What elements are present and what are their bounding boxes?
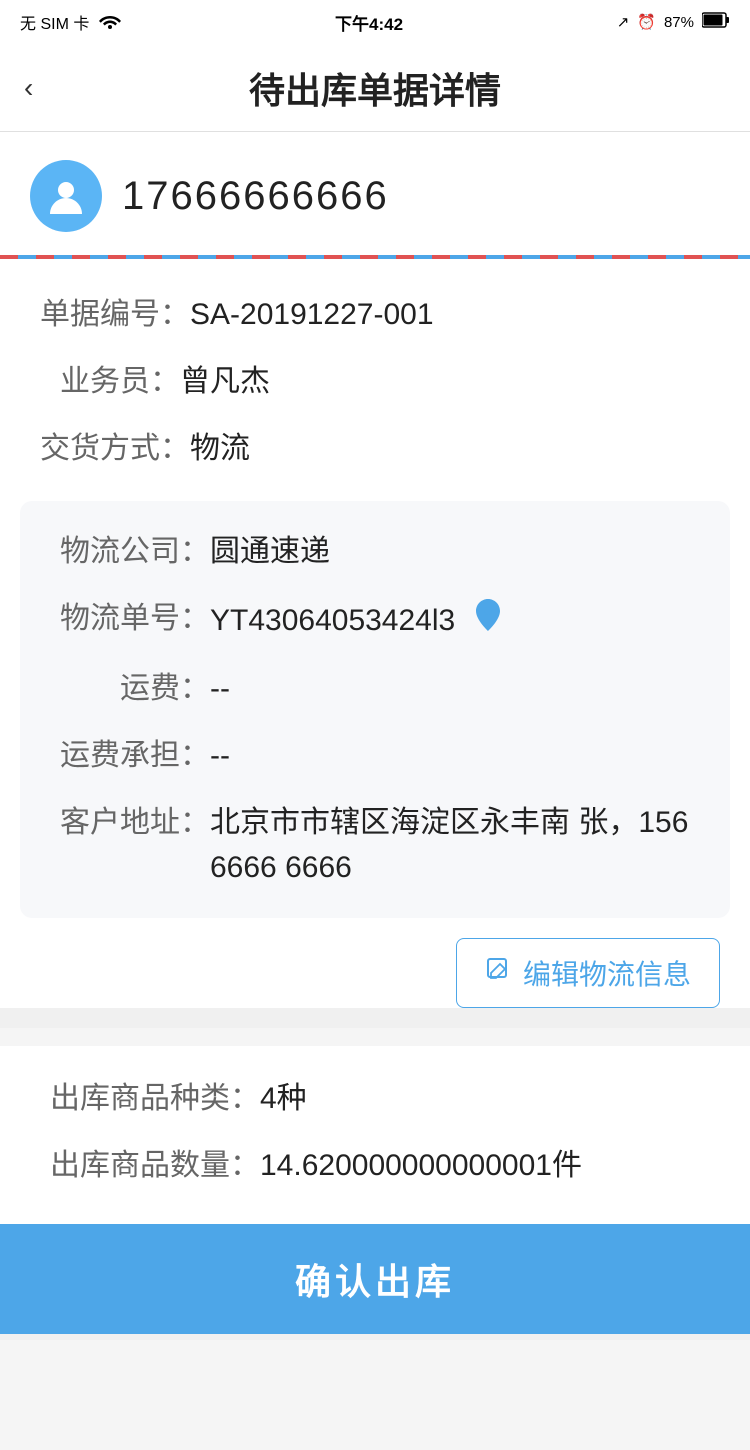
logistics-tracking-label: 物流单号：	[50, 596, 210, 641]
edit-logistics-label: 编辑物流信息	[523, 953, 691, 993]
salesperson-label: 业务员：	[40, 359, 180, 404]
logistics-card: 物流公司： 圆通速递 物流单号： YT43064053424l3 运费：	[20, 501, 730, 918]
freight-label: 运费：	[50, 666, 210, 711]
battery-icon	[702, 12, 730, 32]
page-title: 待出库单据详情	[249, 62, 501, 114]
logistics-tracking-row: 物流单号： YT43064053424l3	[50, 596, 700, 644]
alarm-icon: ⏰	[637, 13, 656, 31]
customer-phone: 17666666666	[122, 174, 389, 219]
delivery-label: 交货方式：	[40, 426, 190, 471]
goods-types-label: 出库商品种类：	[40, 1076, 260, 1121]
logistics-outer: 物流公司： 圆通速递 物流单号： YT43064053424l3 运费：	[0, 501, 750, 1008]
wifi-icon	[99, 11, 121, 34]
carrier-label: 无 SIM 卡	[20, 10, 89, 34]
nav-bar: ‹ 待出库单据详情	[0, 44, 750, 132]
avatar	[30, 160, 102, 232]
goods-quantity-value: 14.620000000000001件	[260, 1143, 710, 1188]
address-label: 客户地址：	[50, 800, 210, 845]
edit-logistics-btn-row: 编辑物流信息	[0, 918, 750, 1008]
address-row: 客户地址： 北京市市辖区海淀区永丰南 张，156 6666 6666	[50, 800, 700, 890]
back-button[interactable]: ‹	[24, 72, 33, 104]
goods-types-row: 出库商品种类： 4种	[40, 1076, 710, 1121]
freight-bear-value: --	[210, 733, 700, 778]
location-status-icon: ↗	[617, 13, 630, 31]
freight-bear-label: 运费承担：	[50, 733, 210, 778]
user-icon	[44, 174, 88, 218]
battery-label: 87%	[664, 14, 694, 31]
doc-number-row: 单据编号： SA-20191227-001	[40, 292, 710, 337]
status-left: 无 SIM 卡	[20, 10, 121, 34]
address-value: 北京市市辖区海淀区永丰南 张，156 6666 6666	[210, 800, 700, 890]
goods-types-value: 4种	[260, 1076, 710, 1121]
freight-row: 运费： --	[50, 666, 700, 711]
edit-logistics-button[interactable]: 编辑物流信息	[456, 938, 720, 1008]
confirm-button[interactable]: 确认出库	[0, 1224, 750, 1334]
logistics-company-label: 物流公司：	[50, 529, 210, 574]
freight-value: --	[210, 666, 700, 711]
freight-bear-row: 运费承担： --	[50, 733, 700, 778]
confirm-label: 确认出库	[295, 1253, 455, 1305]
status-right: ↗ ⏰ 87%	[617, 12, 730, 32]
status-time: 下午4:42	[335, 10, 403, 35]
doc-number-label: 单据编号：	[40, 292, 190, 337]
salesperson-row: 业务员： 曾凡杰	[40, 359, 710, 404]
customer-header: 17666666666	[0, 132, 750, 252]
logistics-company-value: 圆通速递	[210, 529, 700, 574]
doc-number-value: SA-20191227-001	[190, 292, 710, 337]
basic-info-section: 单据编号： SA-20191227-001 业务员： 曾凡杰 交货方式： 物流	[0, 262, 750, 501]
delivery-value: 物流	[190, 426, 710, 471]
salesperson-value: 曾凡杰	[180, 359, 710, 404]
logistics-company-row: 物流公司： 圆通速递	[50, 529, 700, 574]
bottom-spacer	[0, 1340, 750, 1450]
gray-separator-1	[0, 1008, 750, 1028]
goods-quantity-label: 出库商品数量：	[40, 1143, 260, 1188]
edit-icon	[485, 956, 513, 991]
status-bar: 无 SIM 卡 下午4:42 ↗ ⏰ 87%	[0, 0, 750, 44]
dashed-divider	[0, 252, 750, 262]
delivery-row: 交货方式： 物流	[40, 426, 710, 471]
location-icon[interactable]	[471, 596, 505, 644]
goods-quantity-row: 出库商品数量： 14.620000000000001件	[40, 1143, 710, 1188]
logistics-tracking-value: YT43064053424l3	[210, 596, 700, 644]
